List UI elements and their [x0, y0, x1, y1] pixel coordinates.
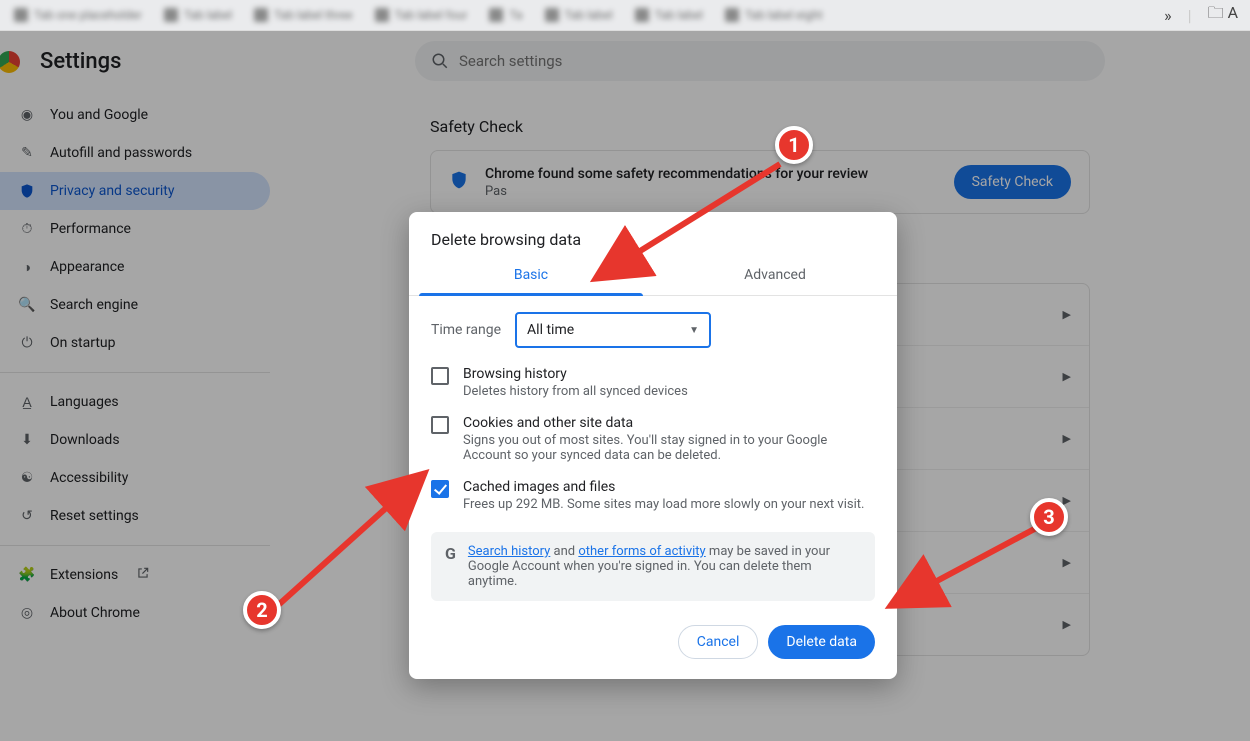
browser-tab[interactable]: Tab one placeholder	[4, 3, 152, 27]
option-cached-images[interactable]: Cached images and files Frees up 292 MB.…	[409, 471, 897, 520]
checkbox-browsing-history[interactable]	[431, 367, 449, 385]
browser-tab[interactable]: Ta	[479, 3, 532, 27]
checkbox-cached-images[interactable]	[431, 480, 449, 498]
browser-tab[interactable]: Tab label four	[365, 3, 478, 27]
checkbox-cookies[interactable]	[431, 416, 449, 434]
timerange-value: All time	[527, 322, 574, 338]
bookmarks-folder-icon[interactable]: 🗀 A	[1208, 2, 1238, 29]
option-browsing-history[interactable]: Browsing history Deletes history from al…	[409, 358, 897, 407]
dialog-title: Delete browsing data	[409, 212, 897, 257]
browser-tab[interactable]: Tab label	[625, 3, 713, 27]
browser-tabstrip: Tab one placeholder Tab label Tab label …	[0, 0, 1250, 31]
timerange-label: Time range	[431, 322, 501, 338]
option-desc: Frees up 292 MB. Some sites may load mor…	[463, 497, 864, 512]
delete-data-button[interactable]: Delete data	[768, 625, 875, 659]
google-g-icon: G	[445, 544, 456, 589]
option-title: Cookies and other site data	[463, 415, 875, 431]
option-cookies[interactable]: Cookies and other site data Signs you ou…	[409, 407, 897, 471]
option-desc: Signs you out of most sites. You'll stay…	[463, 433, 875, 463]
option-title: Cached images and files	[463, 479, 864, 495]
google-account-info: G Search history and other forms of acti…	[431, 532, 875, 601]
delete-browsing-data-dialog: Delete browsing data Basic Advanced Time…	[409, 212, 897, 679]
browser-tab[interactable]: Tab label eight	[715, 3, 833, 27]
tab-basic[interactable]: Basic	[409, 257, 653, 295]
search-history-link[interactable]: Search history	[468, 544, 550, 559]
tab-advanced[interactable]: Advanced	[653, 257, 897, 295]
timerange-select[interactable]: All time ▼	[515, 312, 711, 348]
option-desc: Deletes history from all synced devices	[463, 384, 688, 399]
other-activity-link[interactable]: other forms of activity	[578, 544, 705, 559]
browser-tab[interactable]: Tab label three	[244, 3, 362, 27]
browser-tab[interactable]: Tab label	[535, 3, 623, 27]
cancel-button[interactable]: Cancel	[678, 625, 759, 659]
option-title: Browsing history	[463, 366, 688, 382]
tabs-overflow-icon[interactable]: »	[1164, 6, 1172, 25]
chevron-down-icon: ▼	[689, 325, 699, 336]
browser-tab[interactable]: Tab label	[154, 3, 242, 27]
